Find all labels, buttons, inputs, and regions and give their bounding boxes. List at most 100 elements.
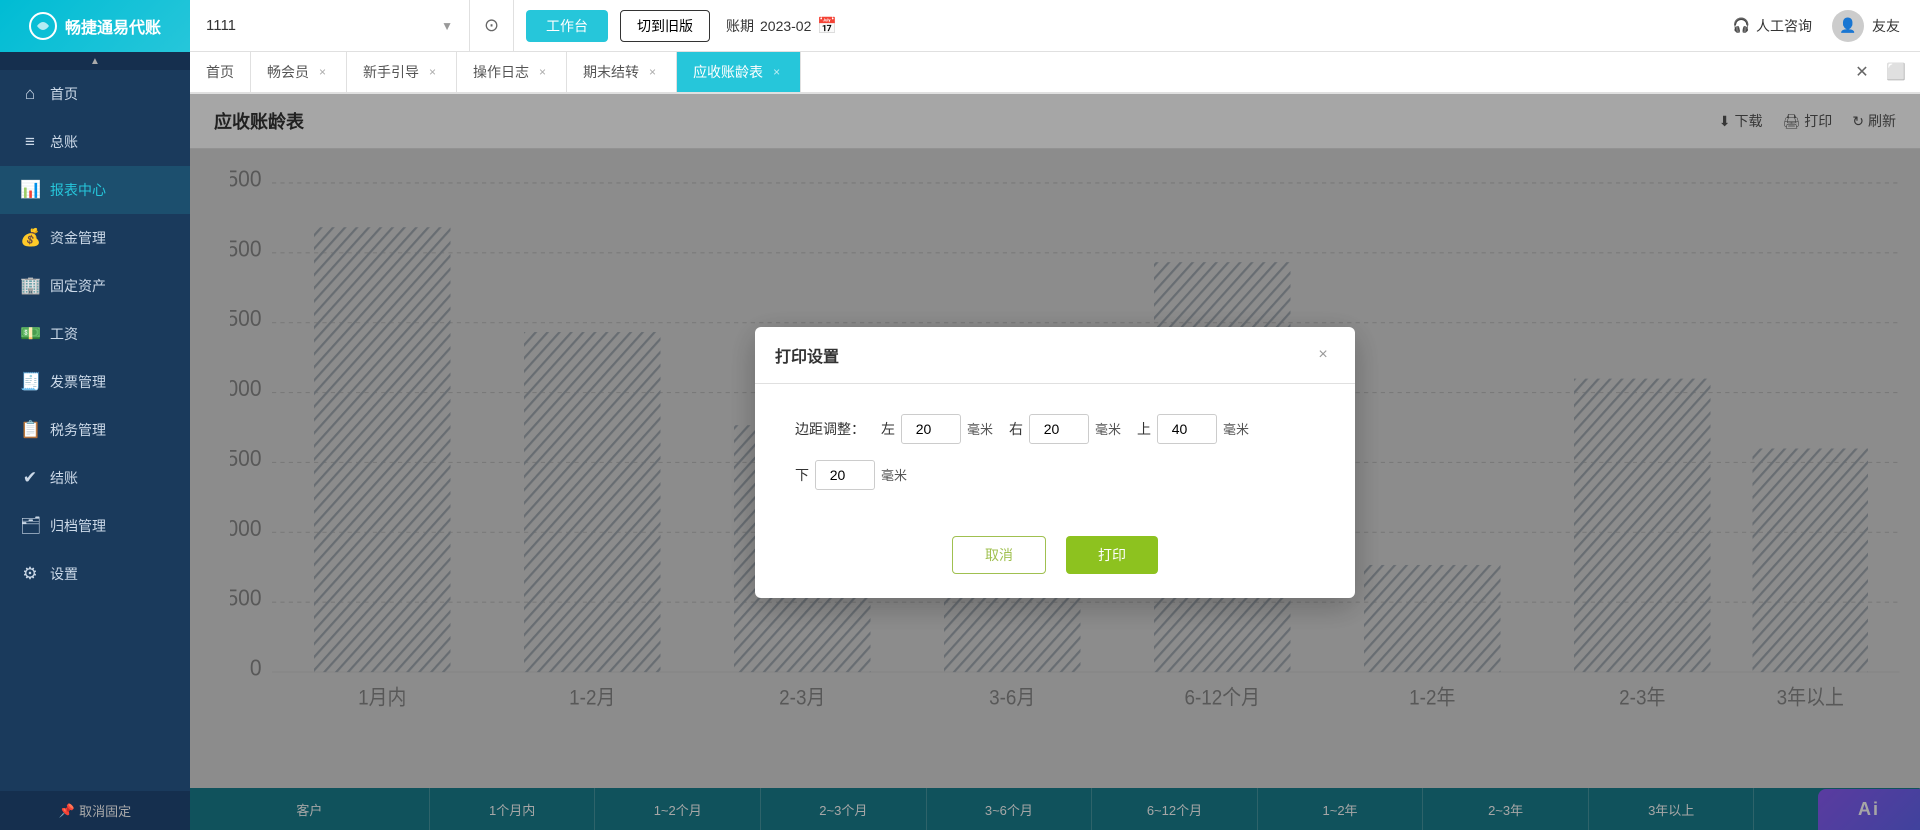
pin-icon: 📌: [59, 803, 75, 819]
closing-icon: ✔: [20, 468, 40, 488]
logo-area: 畅捷通易代账: [0, 0, 190, 52]
tab-member-label: 畅会员: [267, 62, 309, 82]
margin-row: 边距调整： 左 毫米 右 毫米: [795, 414, 1315, 490]
left-unit: 毫米: [967, 419, 993, 438]
tab-ar-aging[interactable]: 应收账龄表 ×: [677, 52, 801, 92]
maximize-tab-button[interactable]: ⬜: [1882, 58, 1910, 86]
company-name: 1111: [206, 17, 433, 34]
logo-text: 畅捷通易代账: [65, 14, 161, 38]
switch-version-button[interactable]: 切到旧版: [620, 10, 710, 42]
copy-icon[interactable]: ⊙: [470, 0, 514, 52]
settings-icon: ⚙: [20, 564, 40, 584]
content-area: 首页 畅会员 × 新手引导 × 操作日志 × 期末结转 × 应收账龄表 ×: [190, 52, 1920, 830]
page-content: 应收账龄表 ⬇ 下载 🖨 打印 ↻ 刷新: [190, 94, 1920, 830]
margin-label: 边距调整：: [795, 419, 865, 439]
modal-body: 边距调整： 左 毫米 右 毫米: [755, 384, 1355, 520]
tab-log-label: 操作日志: [473, 62, 529, 82]
modal-overlay: 打印设置 × 边距调整： 左 毫米 右: [190, 94, 1920, 830]
sidebar-item-reports[interactable]: 📊 报表中心: [0, 166, 190, 214]
invoice-icon: 🧾: [20, 372, 40, 392]
tax-icon: 📋: [20, 420, 40, 440]
workbench-button[interactable]: 工作台: [526, 10, 608, 42]
right-unit: 毫米: [1095, 419, 1121, 438]
sidebar-item-funds[interactable]: 💰 资金管理: [0, 214, 190, 262]
funds-icon: 💰: [20, 228, 40, 248]
tab-period-end-close[interactable]: ×: [645, 63, 660, 81]
company-selector[interactable]: 1111 ▼: [190, 0, 470, 52]
cancel-fixed-button[interactable]: 📌 取消固定: [0, 791, 190, 830]
tab-guide-label: 新手引导: [363, 62, 419, 82]
left-margin-input[interactable]: [901, 414, 961, 444]
payroll-icon: 💵: [20, 324, 40, 344]
tab-log-close[interactable]: ×: [535, 63, 550, 81]
period-value: 2023-02: [760, 18, 811, 34]
logo-icon: [29, 12, 57, 40]
home-icon: ⌂: [20, 84, 40, 104]
sidebar-label-archive: 归档管理: [50, 516, 106, 536]
top-bar-right: 🎧 人工咨询 👤 友友: [1733, 10, 1920, 42]
cancel-button[interactable]: 取消: [952, 536, 1046, 574]
top-margin-input[interactable]: [1157, 414, 1217, 444]
sidebar-label-assets: 固定资产: [50, 276, 106, 296]
sidebar-label-payroll: 工资: [50, 324, 78, 344]
top-bar: 畅捷通易代账 1111 ▼ ⊙ 工作台 切到旧版 账期 2023-02 📅 🎧 …: [0, 0, 1920, 52]
user-area[interactable]: 👤 友友: [1832, 10, 1900, 42]
tab-home[interactable]: 首页: [190, 52, 251, 92]
bottom-label: 下: [795, 465, 809, 485]
sidebar-item-invoice[interactable]: 🧾 发票管理: [0, 358, 190, 406]
headset-icon: 🎧: [1733, 17, 1750, 34]
sidebar-label-ledger: 总账: [50, 132, 78, 152]
right-margin-input[interactable]: [1029, 414, 1089, 444]
ledger-icon: ≡: [20, 132, 40, 152]
sidebar-item-closing[interactable]: ✔ 结账: [0, 454, 190, 502]
sidebar-item-tax[interactable]: 📋 税务管理: [0, 406, 190, 454]
user-name: 友友: [1872, 16, 1900, 36]
print-settings-modal: 打印设置 × 边距调整： 左 毫米 右: [755, 327, 1355, 598]
tab-log[interactable]: 操作日志 ×: [457, 52, 567, 92]
sidebar-item-home[interactable]: ⌂ 首页: [0, 70, 190, 118]
sidebar-bottom: 📌 取消固定: [0, 791, 190, 830]
sidebar-label-invoice: 发票管理: [50, 372, 106, 392]
sidebar-item-settings[interactable]: ⚙ 设置: [0, 550, 190, 598]
archive-icon: 🗂: [20, 516, 40, 536]
tab-ar-aging-close[interactable]: ×: [769, 63, 784, 81]
chevron-down-icon: ▼: [441, 19, 453, 33]
cancel-fixed-label: 取消固定: [79, 801, 131, 820]
calendar-icon[interactable]: 📅: [817, 16, 837, 36]
margin-left-group: 左 毫米: [881, 414, 993, 444]
tab-guide[interactable]: 新手引导 ×: [347, 52, 457, 92]
tab-member[interactable]: 畅会员 ×: [251, 52, 347, 92]
sidebar-item-payroll[interactable]: 💵 工资: [0, 310, 190, 358]
sidebar-item-assets[interactable]: 🏢 固定资产: [0, 262, 190, 310]
reports-icon: 📊: [20, 180, 40, 200]
tab-period-end-label: 期末结转: [583, 62, 639, 82]
consult-label: 人工咨询: [1756, 16, 1812, 36]
tab-period-end[interactable]: 期末结转 ×: [567, 52, 677, 92]
tabs-bar: 首页 畅会员 × 新手引导 × 操作日志 × 期末结转 × 应收账龄表 ×: [190, 52, 1920, 94]
bottom-unit: 毫米: [881, 465, 907, 484]
sidebar-label-closing: 结账: [50, 468, 78, 488]
modal-footer: 取消 打印: [755, 520, 1355, 598]
sidebar-item-ledger[interactable]: ≡ 总账: [0, 118, 190, 166]
modal-header: 打印设置 ×: [755, 327, 1355, 384]
tab-guide-close[interactable]: ×: [425, 63, 440, 81]
bottom-margin-input[interactable]: [815, 460, 875, 490]
tab-member-close[interactable]: ×: [315, 63, 330, 81]
avatar: 👤: [1832, 10, 1864, 42]
consult-button[interactable]: 🎧 人工咨询: [1733, 16, 1812, 36]
modal-title: 打印设置: [775, 343, 1311, 367]
close-tab-button[interactable]: ✕: [1848, 58, 1876, 86]
tab-home-label: 首页: [206, 62, 234, 82]
right-label: 右: [1009, 419, 1023, 439]
print-confirm-button[interactable]: 打印: [1066, 536, 1158, 574]
assets-icon: 🏢: [20, 276, 40, 296]
margin-bottom-group: 下 毫米: [795, 460, 907, 490]
top-label: 上: [1137, 419, 1151, 439]
margin-right-group: 右 毫米: [1009, 414, 1121, 444]
sidebar-scroll-up[interactable]: ▲: [0, 52, 190, 70]
modal-close-button[interactable]: ×: [1311, 343, 1335, 367]
tabs-actions: ✕ ⬜: [1838, 52, 1920, 92]
sidebar: ▲ ⌂ 首页 ≡ 总账 📊 报表中心 💰 资金管理 🏢 固定资产 💵 工资 🧾 …: [0, 52, 190, 830]
top-unit: 毫米: [1223, 419, 1249, 438]
sidebar-item-archive[interactable]: 🗂 归档管理: [0, 502, 190, 550]
